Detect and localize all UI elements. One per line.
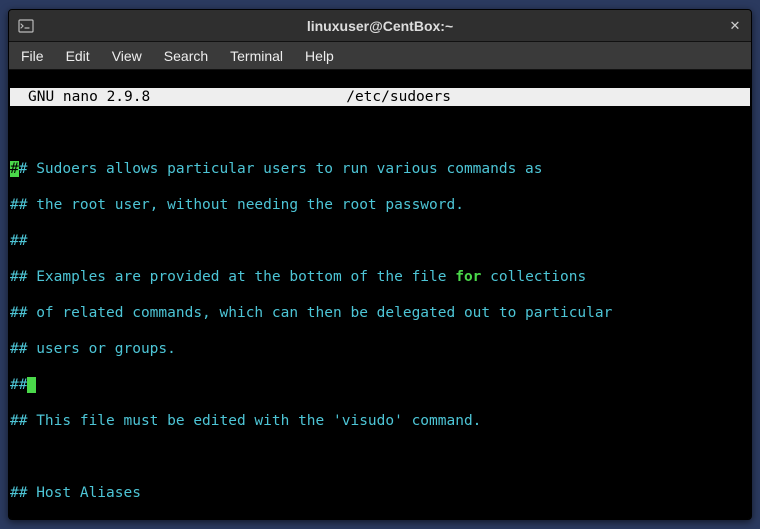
nano-header: GNU nano 2.9.8/etc/sudoers (10, 88, 750, 106)
terminal-content[interactable]: GNU nano 2.9.8/etc/sudoers ## Sudoers al… (9, 70, 751, 519)
file-line: ## (10, 232, 750, 250)
menu-file[interactable]: File (21, 48, 44, 64)
terminal-icon (17, 17, 35, 35)
editor-file: /etc/sudoers (150, 88, 740, 106)
editor-name: GNU nano 2.9.8 (10, 88, 150, 106)
file-line: ## of related commands, which can then b… (10, 304, 750, 322)
file-line: ## the root user, without needing the ro… (10, 196, 750, 214)
file-line: ## users or groups. (10, 340, 750, 358)
window-title: linuxuser@CentBox:~ (9, 18, 751, 34)
file-line: ## Sudoers allows particular users to ru… (10, 160, 750, 178)
file-line: ## Host Aliases (10, 484, 750, 502)
file-line (10, 448, 750, 466)
menu-view[interactable]: View (112, 48, 142, 64)
menu-edit[interactable]: Edit (66, 48, 90, 64)
menu-terminal[interactable]: Terminal (230, 48, 283, 64)
file-line: ## Examples are provided at the bottom o… (10, 268, 750, 286)
titlebar: linuxuser@CentBox:~ ✕ (9, 10, 751, 42)
file-line: ## This file must be edited with the 'vi… (10, 412, 750, 430)
menu-help[interactable]: Help (305, 48, 334, 64)
close-button[interactable]: ✕ (725, 16, 745, 36)
file-line: ## (10, 376, 750, 394)
terminal-window: linuxuser@CentBox:~ ✕ File Edit View Sea… (8, 9, 752, 520)
menu-search[interactable]: Search (164, 48, 208, 64)
file-line (10, 124, 750, 142)
menubar: File Edit View Search Terminal Help (9, 42, 751, 70)
